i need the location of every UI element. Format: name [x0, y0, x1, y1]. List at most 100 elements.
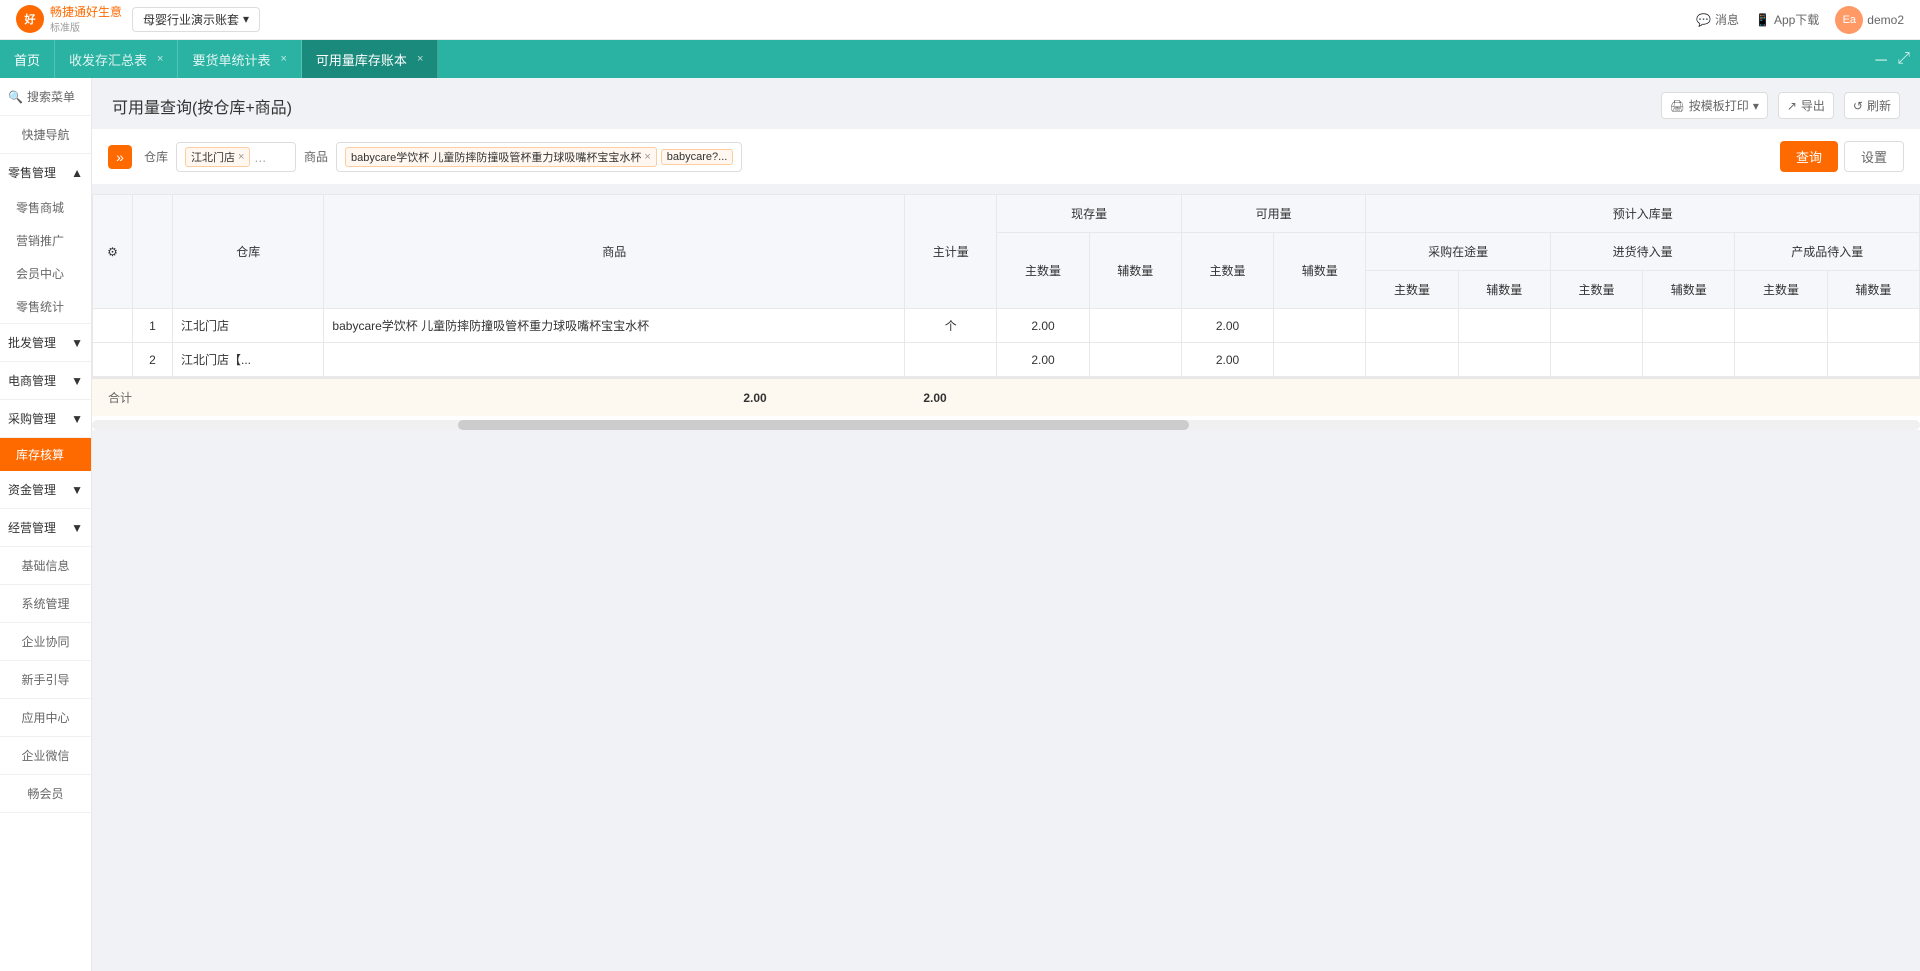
footer-avail-main: 2.00: [890, 391, 980, 405]
sidebar-item-enterprise[interactable]: 企业协同: [0, 623, 91, 661]
td-pro-main: [1735, 343, 1827, 377]
th-product: 商品: [324, 195, 905, 309]
td-inc-sub: [1643, 343, 1735, 377]
refresh-icon: ↺: [1853, 99, 1863, 113]
sidebar-item-quicknav[interactable]: 快捷导航: [0, 116, 91, 154]
data-table: ⚙ 仓库 商品 主计量 现存量 可用量 预计入库量 主数量 辅数量 主数量: [92, 194, 1920, 377]
export-btn[interactable]: ↗ 导出: [1778, 92, 1834, 119]
industry-selector[interactable]: 母婴行业演示账套 ▾: [132, 7, 260, 32]
warehouse-tag-close[interactable]: ×: [238, 151, 244, 163]
refresh-btn[interactable]: ↺ 刷新: [1844, 92, 1900, 119]
tab-home-label: 首页: [14, 50, 40, 69]
username: demo2: [1867, 13, 1904, 27]
app-download-action[interactable]: 📱 App下载: [1755, 11, 1819, 28]
sidebar-group-header-finance[interactable]: 资金管理 ▼: [0, 471, 91, 508]
sidebar-item-vip[interactable]: 畅会员: [0, 775, 91, 813]
sidebar-group-header-ecommerce[interactable]: 电商管理 ▼: [0, 362, 91, 399]
tab-order[interactable]: 要货单统计表 ×: [178, 40, 301, 78]
warehouse-more[interactable]: ...: [254, 149, 266, 165]
horizontal-scrollbar[interactable]: [92, 420, 1920, 430]
product-tag1-close[interactable]: ×: [644, 151, 650, 163]
scroll-thumb[interactable]: [458, 420, 1189, 430]
td-inc-sub: [1643, 309, 1735, 343]
tab-receive[interactable]: 收发存汇总表 ×: [55, 40, 178, 78]
main-layout: 🔍 搜索菜单 快捷导航 零售管理 ▲ 零售商城 营销推广 会员中心 零售统计 批…: [0, 78, 1920, 971]
td-stock-sub: [1089, 343, 1181, 377]
tab-receive-label: 收发存汇总表: [69, 50, 147, 69]
export-icon: ↗: [1787, 99, 1797, 113]
search-icon: 🔍: [8, 90, 23, 104]
th-pur-main: 主数量: [1366, 271, 1458, 309]
sidebar-item-wechat[interactable]: 企业微信: [0, 737, 91, 775]
footer-label: 合计: [100, 389, 280, 406]
top-bar: 好 畅捷通好生意 标准版 母婴行业演示账套 ▾ 💬 消息 📱 App下载 Ea …: [0, 0, 1920, 40]
sidebar-item-system[interactable]: 系统管理: [0, 585, 91, 623]
sidebar: 🔍 搜索菜单 快捷导航 零售管理 ▲ 零售商城 营销推广 会员中心 零售统计 批…: [0, 78, 92, 971]
query-button[interactable]: 查询: [1780, 141, 1838, 172]
table-row: 1 江北门店 babycare学饮杯 儿童防摔防撞吸管杯重力球吸嘴杯宝宝水杯 个…: [93, 309, 1920, 343]
tab-available[interactable]: 可用量库存账本 ×: [302, 40, 438, 78]
table-container: ⚙ 仓库 商品 主计量 现存量 可用量 预计入库量 主数量 辅数量 主数量: [92, 194, 1920, 430]
sidebar-item-inventory[interactable]: 库存核算: [0, 438, 91, 471]
sidebar-item-retail-mall[interactable]: 零售商城: [0, 191, 91, 224]
tab-expand-btn[interactable]: ⤢: [1897, 50, 1910, 68]
sidebar-group-header-purchase[interactable]: 采购管理 ▼: [0, 400, 91, 437]
sidebar-search[interactable]: 🔍 搜索菜单: [0, 78, 91, 116]
tab-available-close[interactable]: ×: [417, 53, 423, 65]
td-avail-main: 2.00: [1181, 309, 1273, 343]
footer-stock-main: 2.00: [710, 391, 800, 405]
th-group-forecast: 预计入库量: [1366, 195, 1920, 233]
chevron-down-icon4: ▼: [71, 483, 83, 497]
td-stock-sub: [1089, 309, 1181, 343]
td-gear: [93, 343, 133, 377]
td-warehouse: 江北门店【...: [173, 343, 324, 377]
sidebar-group-purchase: 采购管理 ▼: [0, 400, 91, 438]
sidebar-purchase-label: 采购管理: [8, 410, 56, 427]
sidebar-item-marketing[interactable]: 营销推广: [0, 224, 91, 257]
td-inc-main: [1550, 343, 1642, 377]
tab-order-close[interactable]: ×: [280, 53, 286, 65]
sidebar-group-header-wholesale[interactable]: 批发管理 ▼: [0, 324, 91, 361]
th-group-purchase: 采购在途量: [1366, 233, 1551, 271]
top-bar-left: 好 畅捷通好生意 标准版 母婴行业演示账套 ▾: [16, 5, 260, 34]
tab-minimize-btn[interactable]: －: [1873, 47, 1889, 71]
td-gear: [93, 309, 133, 343]
th-group-incoming: 进货待入量: [1550, 233, 1735, 271]
user-area[interactable]: Ea demo2: [1835, 6, 1904, 34]
td-stock-main: 2.00: [997, 309, 1089, 343]
sidebar-group-header-operations[interactable]: 经营管理 ▼: [0, 509, 91, 546]
product-input[interactable]: babycare学饮杯 儿童防摔防撞吸管杯重力球吸嘴杯宝宝水杯 × babyca…: [336, 142, 742, 172]
chevron-down-icon: ▼: [71, 336, 83, 350]
page-header: 可用量查询(按仓库+商品) 🖨 按模板打印 ▾ ↗ 导出 ↺ 刷新: [92, 78, 1920, 129]
sidebar-item-retail-stats[interactable]: 零售统计: [0, 290, 91, 323]
td-pro-main: [1735, 309, 1827, 343]
sidebar-group-header-retail[interactable]: 零售管理 ▲: [0, 154, 91, 191]
td-no: 1: [133, 309, 173, 343]
message-action[interactable]: 💬 消息: [1696, 11, 1739, 28]
chevron-down-icon2: ▼: [71, 374, 83, 388]
print-btn[interactable]: 🖨 按模板打印 ▾: [1661, 92, 1768, 119]
product-tag1-text: babycare学饮杯 儿童防摔防撞吸管杯重力球吸嘴杯宝宝水杯: [351, 149, 641, 165]
th-avail-sub: 辅数量: [1274, 233, 1366, 309]
filter-expand-btn[interactable]: »: [108, 145, 132, 169]
td-warehouse: 江北门店: [173, 309, 324, 343]
avatar: Ea: [1835, 6, 1863, 34]
setting-button[interactable]: 设置: [1844, 141, 1904, 172]
sidebar-item-appcenter[interactable]: 应用中心: [0, 699, 91, 737]
app-download-label: App下载: [1774, 11, 1819, 28]
td-pur-main: [1366, 343, 1458, 377]
sidebar-item-member[interactable]: 会员中心: [0, 257, 91, 290]
sidebar-group-wholesale: 批发管理 ▼: [0, 324, 91, 362]
product-tag2: babycare?...: [661, 149, 734, 165]
td-product: [324, 343, 905, 377]
gear-icon[interactable]: ⚙: [107, 245, 118, 259]
th-group-stock: 现存量: [997, 195, 1182, 233]
sidebar-item-base[interactable]: 基础信息: [0, 547, 91, 585]
tab-receive-close[interactable]: ×: [157, 53, 163, 65]
tab-home[interactable]: 首页: [0, 40, 55, 78]
th-gear[interactable]: ⚙: [93, 195, 133, 309]
filter-actions: 查询 设置: [1780, 141, 1904, 172]
sidebar-item-newuser[interactable]: 新手引导: [0, 661, 91, 699]
warehouse-input[interactable]: 江北门店 × ...: [176, 142, 296, 172]
chevron-down-icon3: ▼: [71, 412, 83, 426]
